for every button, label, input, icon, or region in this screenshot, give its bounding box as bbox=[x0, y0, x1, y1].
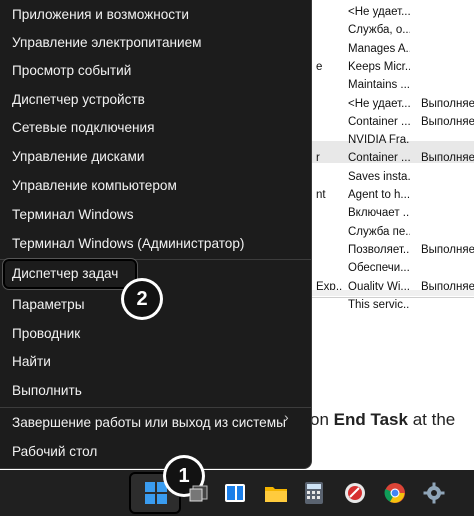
menu-item-network[interactable]: Сетевые подключения bbox=[0, 113, 311, 142]
file-explorer-icon[interactable] bbox=[261, 478, 291, 508]
menu-item-power[interactable]: Управление электропитанием bbox=[0, 28, 311, 57]
article-text: on End Task at the bbox=[310, 410, 455, 430]
step-badge-2: 2 bbox=[124, 281, 160, 317]
task-view-icon[interactable] bbox=[184, 478, 214, 508]
winx-context-menu: Приложения и возможности Управление элек… bbox=[0, 0, 312, 469]
app-icon[interactable] bbox=[340, 478, 370, 508]
chrome-icon[interactable] bbox=[380, 478, 410, 508]
menu-item-event-viewer[interactable]: Просмотр событий bbox=[0, 56, 311, 85]
menu-item-search[interactable]: Найти bbox=[0, 347, 311, 376]
horizontal-scrollbar[interactable] bbox=[300, 290, 474, 296]
menu-item-desktop[interactable]: Рабочий стол bbox=[0, 437, 311, 466]
menu-item-shutdown[interactable]: Завершение работы или выход из системы bbox=[0, 408, 311, 437]
calculator-icon[interactable] bbox=[299, 478, 329, 508]
menu-item-computer-management[interactable]: Управление компьютером bbox=[0, 171, 311, 200]
snap-layout-icon[interactable] bbox=[220, 478, 250, 508]
menu-item-explorer[interactable]: Проводник bbox=[0, 319, 311, 348]
settings-gear-icon[interactable] bbox=[419, 478, 449, 508]
chevron-right-icon: › bbox=[284, 409, 289, 425]
menu-item-device-manager[interactable]: Диспетчер устройств bbox=[0, 85, 311, 114]
menu-item-run[interactable]: Выполнить bbox=[0, 376, 311, 405]
menu-item-disk-management[interactable]: Управление дисками bbox=[0, 142, 311, 171]
task-manager-highlight bbox=[2, 258, 138, 290]
divider bbox=[310, 297, 474, 298]
menu-item-apps[interactable]: Приложения и возможности bbox=[0, 0, 311, 29]
menu-item-terminal[interactable]: Терминал Windows bbox=[0, 200, 311, 229]
article-text-bold: End Task bbox=[333, 410, 408, 429]
menu-item-terminal-admin[interactable]: Терминал Windows (Администратор) bbox=[0, 229, 311, 258]
article-text-before: on bbox=[310, 410, 334, 429]
article-text-after: at the bbox=[407, 410, 456, 429]
